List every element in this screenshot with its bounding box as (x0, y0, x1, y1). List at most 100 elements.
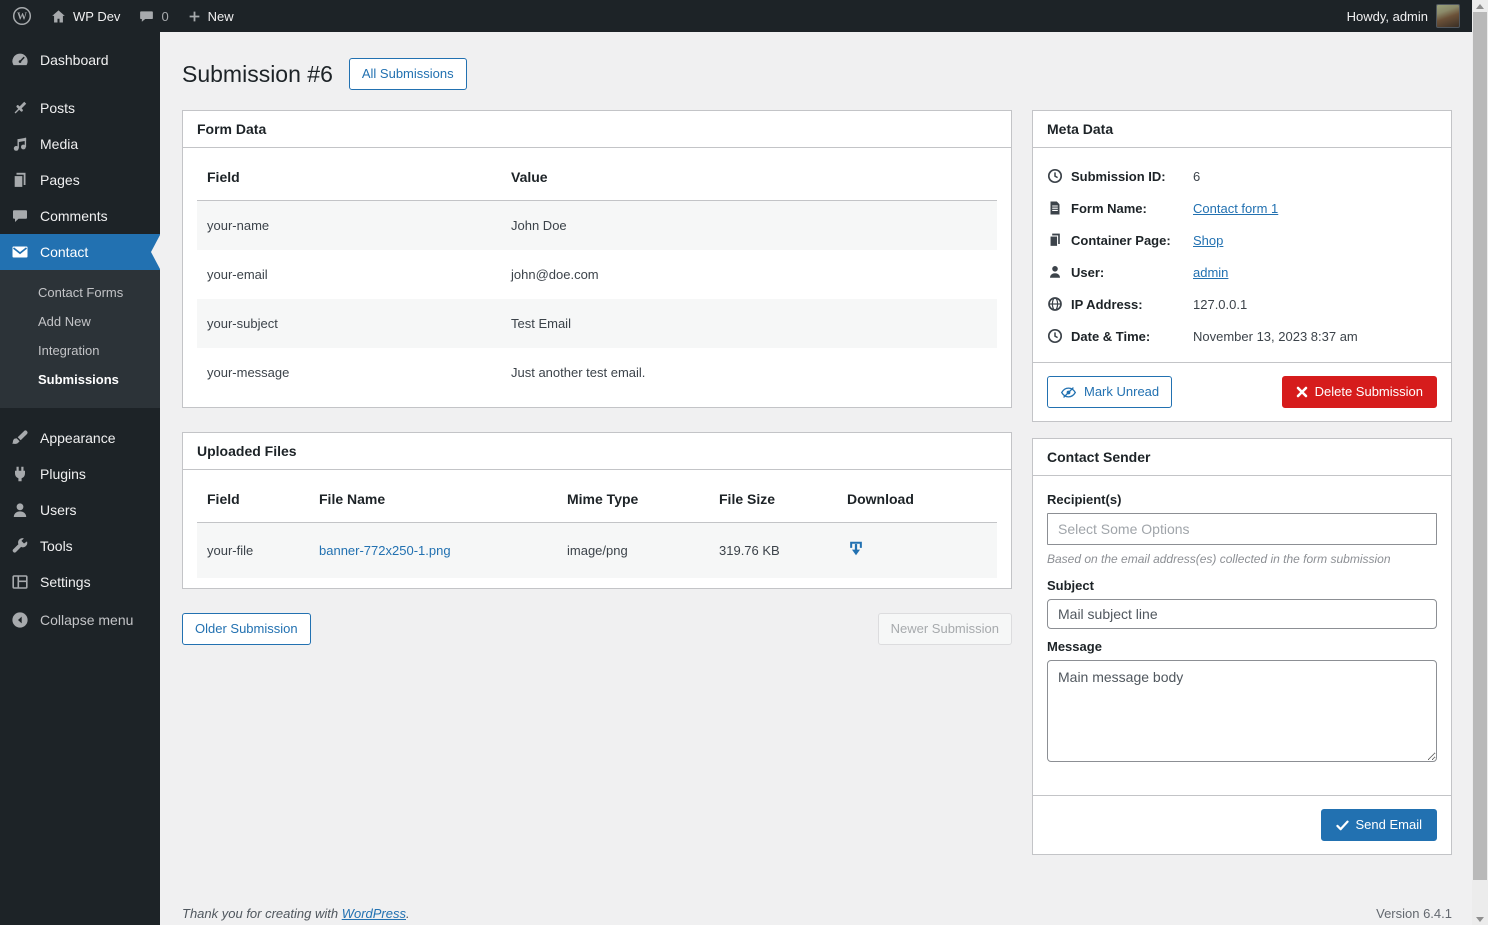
wordpress-logo-menu[interactable]: W (12, 6, 32, 26)
scrollbar-thumb[interactable] (1473, 12, 1487, 880)
form-data-title: Form Data (183, 111, 1011, 149)
uploaded-files-title: Uploaded Files (183, 433, 1011, 471)
new-menu[interactable]: New (187, 9, 234, 24)
file-size: 319.76 KB (719, 543, 780, 559)
sidebar-item-label: Media (40, 136, 79, 152)
sidebar-item-comments[interactable]: Comments (0, 198, 160, 234)
meta-row: Submission ID: 6 (1047, 160, 1437, 192)
sidebar-item-contact[interactable]: Contact (0, 234, 160, 270)
sidebar-item-users[interactable]: Users (0, 492, 160, 528)
meta-data-title: Meta Data (1033, 111, 1451, 149)
meta-row: User: admin (1047, 256, 1437, 288)
submenu-item-add-new[interactable]: Add New (0, 307, 160, 336)
meta-label: Submission ID: (1071, 168, 1166, 184)
scrollbar-up-arrow[interactable] (1472, 0, 1488, 12)
collapse-menu-button[interactable]: Collapse menu (0, 602, 160, 638)
submenu-item-submissions[interactable]: Submissions (0, 365, 160, 394)
page-title: Submission #6 (182, 61, 333, 88)
meta-row: IP Address: 127.0.0.1 (1047, 288, 1437, 320)
sidebar-item-tools[interactable]: Tools (0, 528, 160, 564)
meta-label: Date & Time: (1071, 328, 1151, 344)
form-data-table: Field Value your-name John Doe your-emai… (197, 154, 997, 397)
subject-label: Subject (1047, 578, 1094, 594)
plug-icon (10, 464, 30, 484)
meta-label: Form Name: (1071, 200, 1147, 216)
sidebar-item-appearance[interactable]: Appearance (0, 420, 160, 456)
person-icon (1047, 264, 1063, 280)
sidebar-item-posts[interactable]: Posts (0, 90, 160, 126)
table-row: your-file banner-772x250-1.png image/png… (197, 522, 997, 579)
site-name-menu[interactable]: WP Dev (50, 8, 120, 25)
scrollbar-down-arrow[interactable] (1472, 913, 1488, 925)
table-row: your-message Just another test email. (197, 348, 997, 397)
submission-id-value: 6 (1193, 168, 1201, 184)
column-header-field: Field (197, 154, 501, 202)
sidebar-item-label: Collapse menu (40, 612, 134, 628)
sidebar: Dashboard Posts Media Pages Comments Con… (0, 32, 160, 925)
all-submissions-button[interactable]: All Submissions (348, 58, 467, 91)
menu-separator (0, 78, 160, 90)
recipients-label: Recipient(s) (1047, 492, 1122, 508)
message-textarea[interactable] (1047, 660, 1437, 763)
main-content: Submission #6 All Submissions Form Data … (160, 32, 1472, 925)
globe-icon (1047, 296, 1063, 312)
file-name-link[interactable]: banner-772x250-1.png (319, 543, 451, 558)
send-email-button[interactable]: Send Email (1320, 809, 1437, 842)
column-header-field: Field (197, 476, 309, 524)
comments-icon (10, 206, 30, 226)
comment-bubble-icon (138, 8, 155, 25)
scrollbar[interactable] (1472, 0, 1488, 925)
field-name: your-message (207, 365, 290, 381)
mime-type: image/png (567, 543, 628, 559)
footer-thanks: Thank you for creating with WordPress. (182, 906, 410, 921)
date-time-value: November 13, 2023 8:37 am (1193, 328, 1358, 344)
svg-text:W: W (17, 12, 27, 23)
field-name: your-subject (207, 316, 278, 332)
sidebar-item-label: Plugins (40, 466, 86, 482)
meta-label: User: (1071, 264, 1105, 280)
collapse-icon (10, 610, 30, 630)
subject-input[interactable] (1047, 599, 1437, 630)
delete-submission-button[interactable]: Delete Submission (1281, 376, 1437, 409)
avatar[interactable] (1436, 4, 1460, 28)
table-row: your-name John Doe (197, 200, 997, 251)
howdy-label: Howdy, admin (1346, 8, 1428, 24)
pin-icon (10, 98, 30, 118)
admin-footer: Thank you for creating with WordPress. V… (182, 906, 1452, 921)
field-value: Test Email (511, 316, 571, 332)
older-submission-button[interactable]: Older Submission (182, 613, 311, 646)
mark-unread-button[interactable]: Mark Unread (1047, 376, 1173, 409)
recipients-input[interactable] (1047, 513, 1437, 546)
brush-icon (10, 428, 30, 448)
meta-label: Container Page: (1071, 232, 1171, 248)
field-name: your-email (207, 267, 268, 283)
field-name: your-name (207, 218, 270, 234)
new-label: New (207, 8, 234, 24)
media-icon (10, 134, 30, 154)
download-icon[interactable] (847, 540, 865, 558)
sidebar-item-label: Comments (40, 208, 108, 224)
submenu-item-contact-forms[interactable]: Contact Forms (0, 278, 160, 307)
form-data-panel: Form Data Field Value your-name John Doe… (182, 110, 1012, 409)
container-page-link[interactable]: Shop (1193, 233, 1223, 248)
meta-row: Date & Time: November 13, 2023 8:37 am (1047, 320, 1437, 352)
form-name-link[interactable]: Contact form 1 (1193, 201, 1278, 216)
clock-icon (1047, 328, 1063, 344)
howdy-menu[interactable]: Howdy, admin (1347, 9, 1428, 24)
field-value: john@doe.com (511, 267, 599, 283)
submenu-item-integration[interactable]: Integration (0, 336, 160, 365)
sidebar-item-media[interactable]: Media (0, 126, 160, 162)
contact-sender-title: Contact Sender (1033, 439, 1451, 477)
document-icon (1047, 200, 1063, 216)
sidebar-item-pages[interactable]: Pages (0, 162, 160, 198)
sidebar-item-settings[interactable]: Settings (0, 564, 160, 600)
user-link[interactable]: admin (1193, 265, 1228, 280)
sidebar-item-plugins[interactable]: Plugins (0, 456, 160, 492)
check-icon (1335, 820, 1349, 831)
wordpress-link[interactable]: WordPress (342, 906, 406, 921)
comments-menu[interactable]: 0 (138, 8, 169, 25)
sidebar-item-label: Tools (40, 538, 73, 554)
meta-data-panel: Meta Data Submission ID: 6 Form Name: Co… (1032, 110, 1452, 423)
newer-submission-button: Newer Submission (877, 613, 1012, 646)
sidebar-item-dashboard[interactable]: Dashboard (0, 42, 160, 78)
